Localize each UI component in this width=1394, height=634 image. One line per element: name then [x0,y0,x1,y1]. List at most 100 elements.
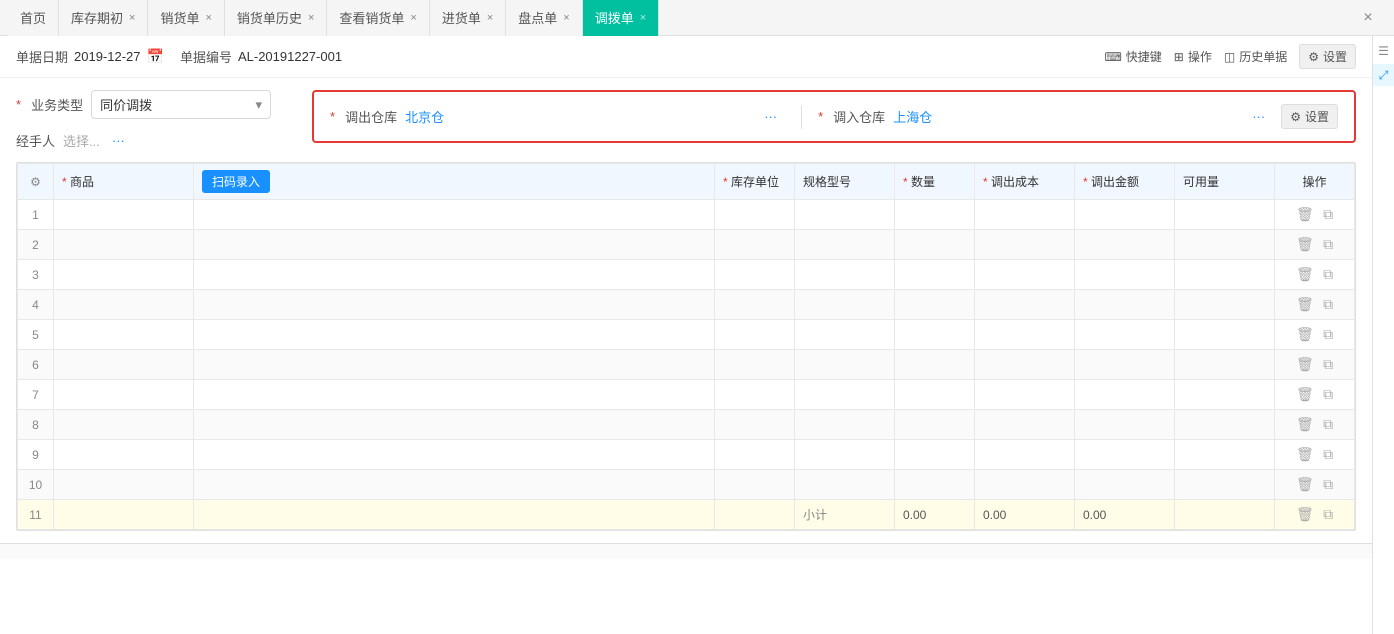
row-cost-10[interactable] [975,470,1075,500]
section-settings-button[interactable]: ⚙ 设置 [1281,104,1338,129]
tab-transfer-order-close[interactable]: × [640,12,646,24]
row-qty-10[interactable] [895,470,975,500]
row-amount-6[interactable] [1075,350,1175,380]
row-product-3[interactable] [54,260,194,290]
row-cost-8[interactable] [975,410,1075,440]
row-delete-icon-9[interactable]: 🗑 [1296,446,1314,462]
tab-purchase-order-close[interactable]: × [487,12,493,24]
row-amount-3[interactable] [1075,260,1175,290]
tab-inventory-count-close[interactable]: × [563,12,569,24]
row-spec-2[interactable] [795,230,895,260]
row-qty-4[interactable] [895,290,975,320]
row-unit-10[interactable] [715,470,795,500]
settings-button[interactable]: ⚙ 设置 [1299,44,1356,69]
transfer-in-value[interactable]: 上海仓 [893,107,932,126]
row-unit-6[interactable] [715,350,795,380]
row-copy-icon-6[interactable]: ⧉ [1323,356,1333,372]
row-spec-6[interactable] [795,350,895,380]
row-amount-10[interactable] [1075,470,1175,500]
row-copy-icon-4[interactable]: ⧉ [1323,296,1333,312]
tab-sales-history[interactable]: 销货单历史 × [225,0,327,36]
more-dots-transfer-out[interactable]: ··· [756,109,785,124]
row-delete-icon-7[interactable]: 🗑 [1296,386,1314,402]
history-action[interactable]: ◫ 历史单据 [1224,48,1287,65]
row-cost-2[interactable] [975,230,1075,260]
transfer-out-value[interactable]: 北京仓 [405,107,444,126]
row-qty-1[interactable] [895,200,975,230]
row-copy-icon-3[interactable]: ⧉ [1323,266,1333,282]
row-product-2[interactable] [54,230,194,260]
row-spec-10[interactable] [795,470,895,500]
bottom-scroll-bar[interactable] [0,543,1372,559]
row-copy-icon-10[interactable]: ⧉ [1323,476,1333,492]
row-delete-icon[interactable]: 🗑 [1296,506,1314,522]
row-cost-5[interactable] [975,320,1075,350]
row-copy-icon-5[interactable]: ⧉ [1323,326,1333,342]
row-spec-7[interactable] [795,380,895,410]
row-copy-icon-2[interactable]: ⧉ [1323,236,1333,252]
row-delete-icon-1[interactable]: 🗑 [1296,206,1314,222]
row-copy-icon-7[interactable]: ⧉ [1323,386,1333,402]
row-delete-icon-5[interactable]: 🗑 [1296,326,1314,342]
scan-button[interactable]: 扫码录入 [202,170,270,193]
row-qty-7[interactable] [895,380,975,410]
tab-sales-order-close[interactable]: × [205,12,211,24]
calendar-icon[interactable]: 📅 [147,48,164,65]
row-spec-3[interactable] [795,260,895,290]
row-qty-8[interactable] [895,410,975,440]
more-dots-transfer-in[interactable]: ··· [1244,109,1273,124]
row-spec-9[interactable] [795,440,895,470]
tab-purchase-order[interactable]: 进货单 × [430,0,506,36]
tab-home[interactable]: 首页 [8,0,59,36]
tab-inventory-init-close[interactable]: × [129,12,135,24]
shortcuts-action[interactable]: ⌨ 快捷键 [1104,48,1161,65]
tab-view-sales[interactable]: 查看销货单 × [327,0,429,36]
row-amount-4[interactable] [1075,290,1175,320]
row-unit-4[interactable] [715,290,795,320]
row-product-4[interactable] [54,290,194,320]
row-amount-9[interactable] [1075,440,1175,470]
tab-sales-order[interactable]: 销货单 × [148,0,224,36]
tab-view-sales-close[interactable]: × [410,12,416,24]
row-cost-4[interactable] [975,290,1075,320]
row-qty-5[interactable] [895,320,975,350]
row-amount-7[interactable] [1075,380,1175,410]
row-unit-8[interactable] [715,410,795,440]
row-unit-3[interactable] [715,260,795,290]
row-spec-1[interactable] [795,200,895,230]
right-panel-expand-icon[interactable]: ⤢ [1373,64,1394,86]
operations-action[interactable]: ⊞ 操作 [1174,48,1212,65]
row-product-1[interactable] [54,200,194,230]
row-spec-8[interactable] [795,410,895,440]
row-unit-9[interactable] [715,440,795,470]
row-unit-1[interactable] [715,200,795,230]
row-delete-icon-10[interactable]: 🗑 [1296,476,1314,492]
row-delete-icon-2[interactable]: 🗑 [1296,236,1314,252]
row-product-7[interactable] [54,380,194,410]
right-panel-list-icon[interactable]: ☰ [1373,40,1394,62]
row-amount-5[interactable] [1075,320,1175,350]
row-product-6[interactable] [54,350,194,380]
date-value[interactable]: 2019-12-27 [74,49,141,64]
row-cost-1[interactable] [975,200,1075,230]
row-qty-2[interactable] [895,230,975,260]
tab-inventory-init[interactable]: 库存期初 × [59,0,148,36]
row-cost-9[interactable] [975,440,1075,470]
row-amount-1[interactable] [1075,200,1175,230]
row-delete-icon-3[interactable]: 🗑 [1296,266,1314,282]
row-product-5[interactable] [54,320,194,350]
row-qty-9[interactable] [895,440,975,470]
row-spec-5[interactable] [795,320,895,350]
row-delete-icon-8[interactable]: 🗑 [1296,416,1314,432]
window-close-button[interactable]: × [1350,0,1386,36]
row-delete-icon-4[interactable]: 🗑 [1296,296,1314,312]
operator-select[interactable]: 选择... ··· [63,131,125,150]
row-spec-4[interactable] [795,290,895,320]
row-unit-2[interactable] [715,230,795,260]
tab-inventory-count[interactable]: 盘点单 × [506,0,582,36]
row-delete-icon-6[interactable]: 🗑 [1296,356,1314,372]
row-product-9[interactable] [54,440,194,470]
row-amount-8[interactable] [1075,410,1175,440]
business-type-select[interactable]: 同价调拨 ▾ [91,90,271,119]
row-copy-icon-1[interactable]: ⧉ [1323,206,1333,222]
